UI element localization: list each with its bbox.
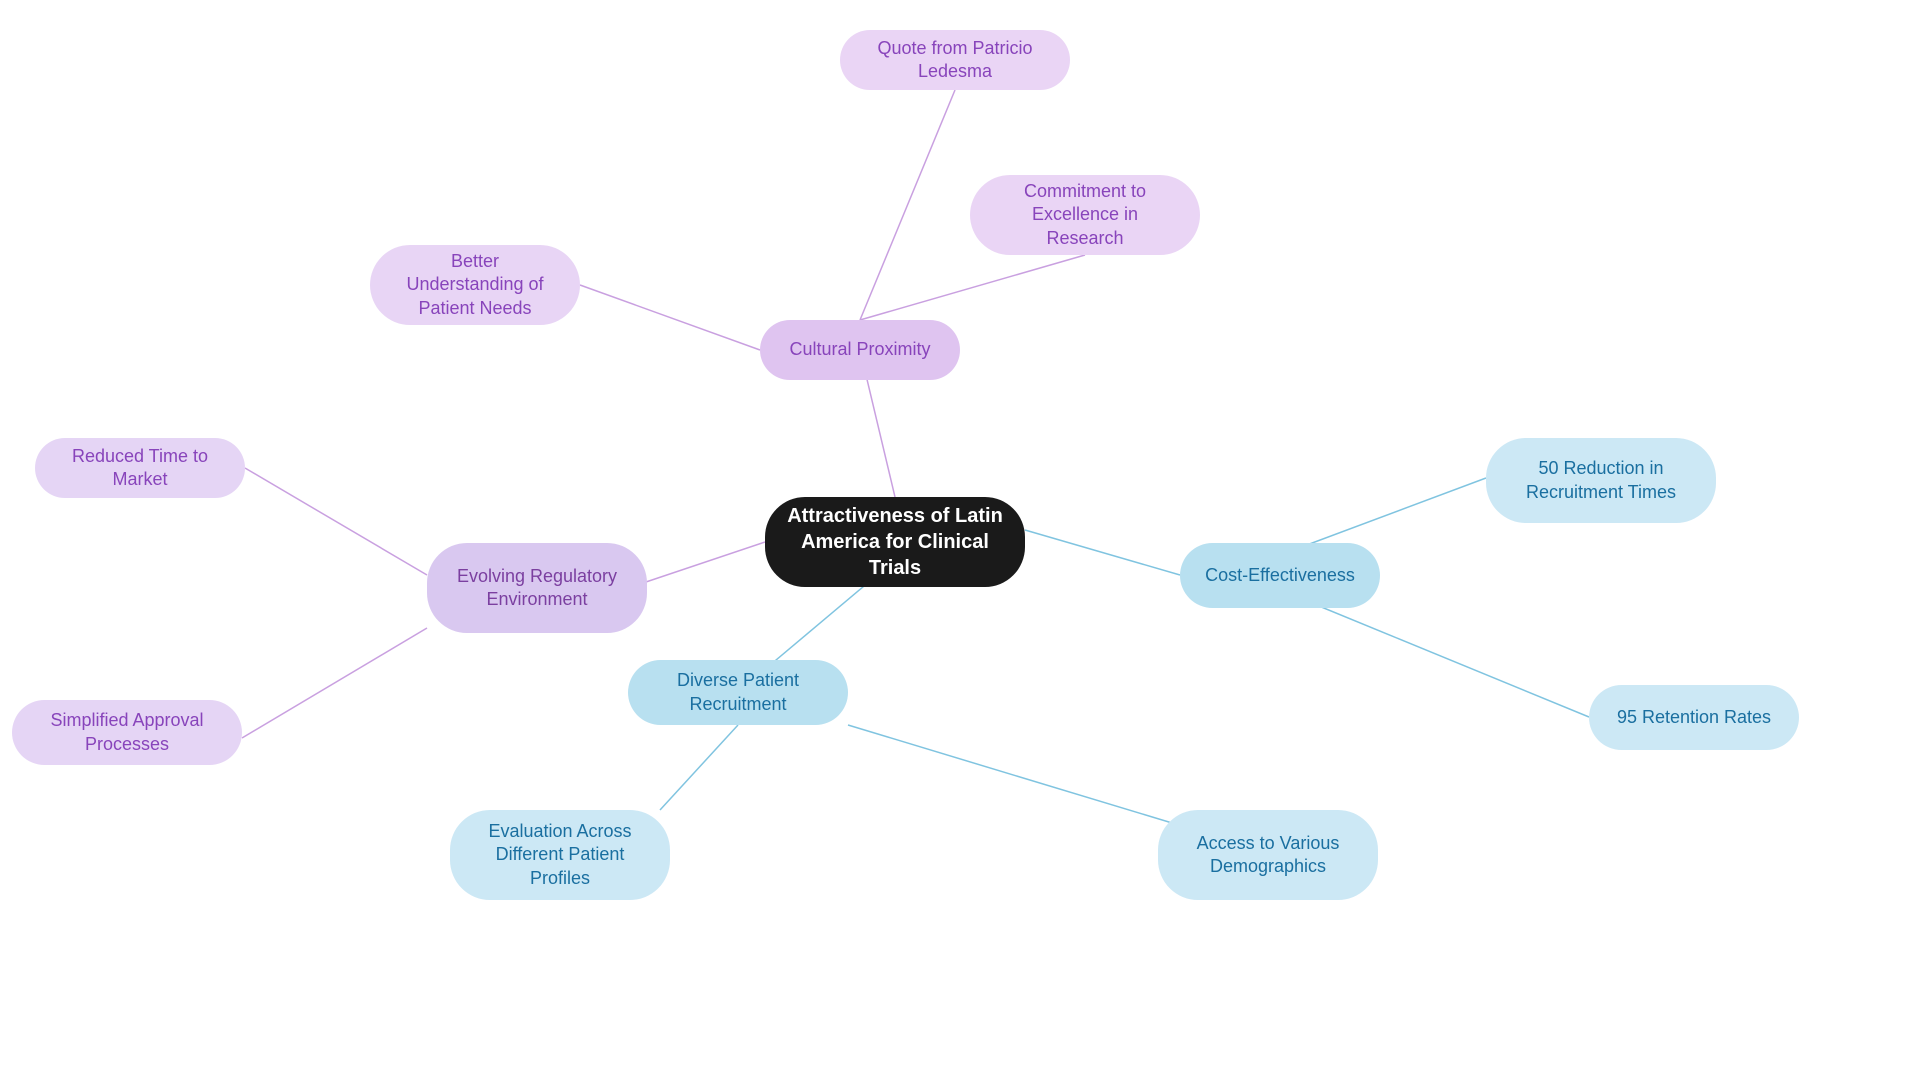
recruitment-reduction-node: 50 Reduction in Recruitment Times xyxy=(1486,438,1716,523)
simplified-approval-node: Simplified Approval Processes xyxy=(12,700,242,765)
retention-rates-node: 95 Retention Rates xyxy=(1589,685,1799,750)
diverse-recruitment-node: Diverse Patient Recruitment xyxy=(628,660,848,725)
quote-node: Quote from Patricio Ledesma xyxy=(840,30,1070,90)
cost-effectiveness-node: Cost-Effectiveness xyxy=(1180,543,1380,608)
mindmap-container: Attractiveness of Latin America for Clin… xyxy=(0,0,1920,1083)
understanding-node: Better Understanding of Patient Needs xyxy=(370,245,580,325)
regulatory-node: Evolving Regulatory Environment xyxy=(427,543,647,633)
center-node: Attractiveness of Latin America for Clin… xyxy=(765,497,1025,587)
evaluation-node: Evaluation Across Different Patient Prof… xyxy=(450,810,670,900)
reduced-time-node: Reduced Time to Market xyxy=(35,438,245,498)
access-demographics-node: Access to Various Demographics xyxy=(1158,810,1378,900)
cultural-proximity-node: Cultural Proximity xyxy=(760,320,960,380)
commitment-node: Commitment to Excellence in Research xyxy=(970,175,1200,255)
